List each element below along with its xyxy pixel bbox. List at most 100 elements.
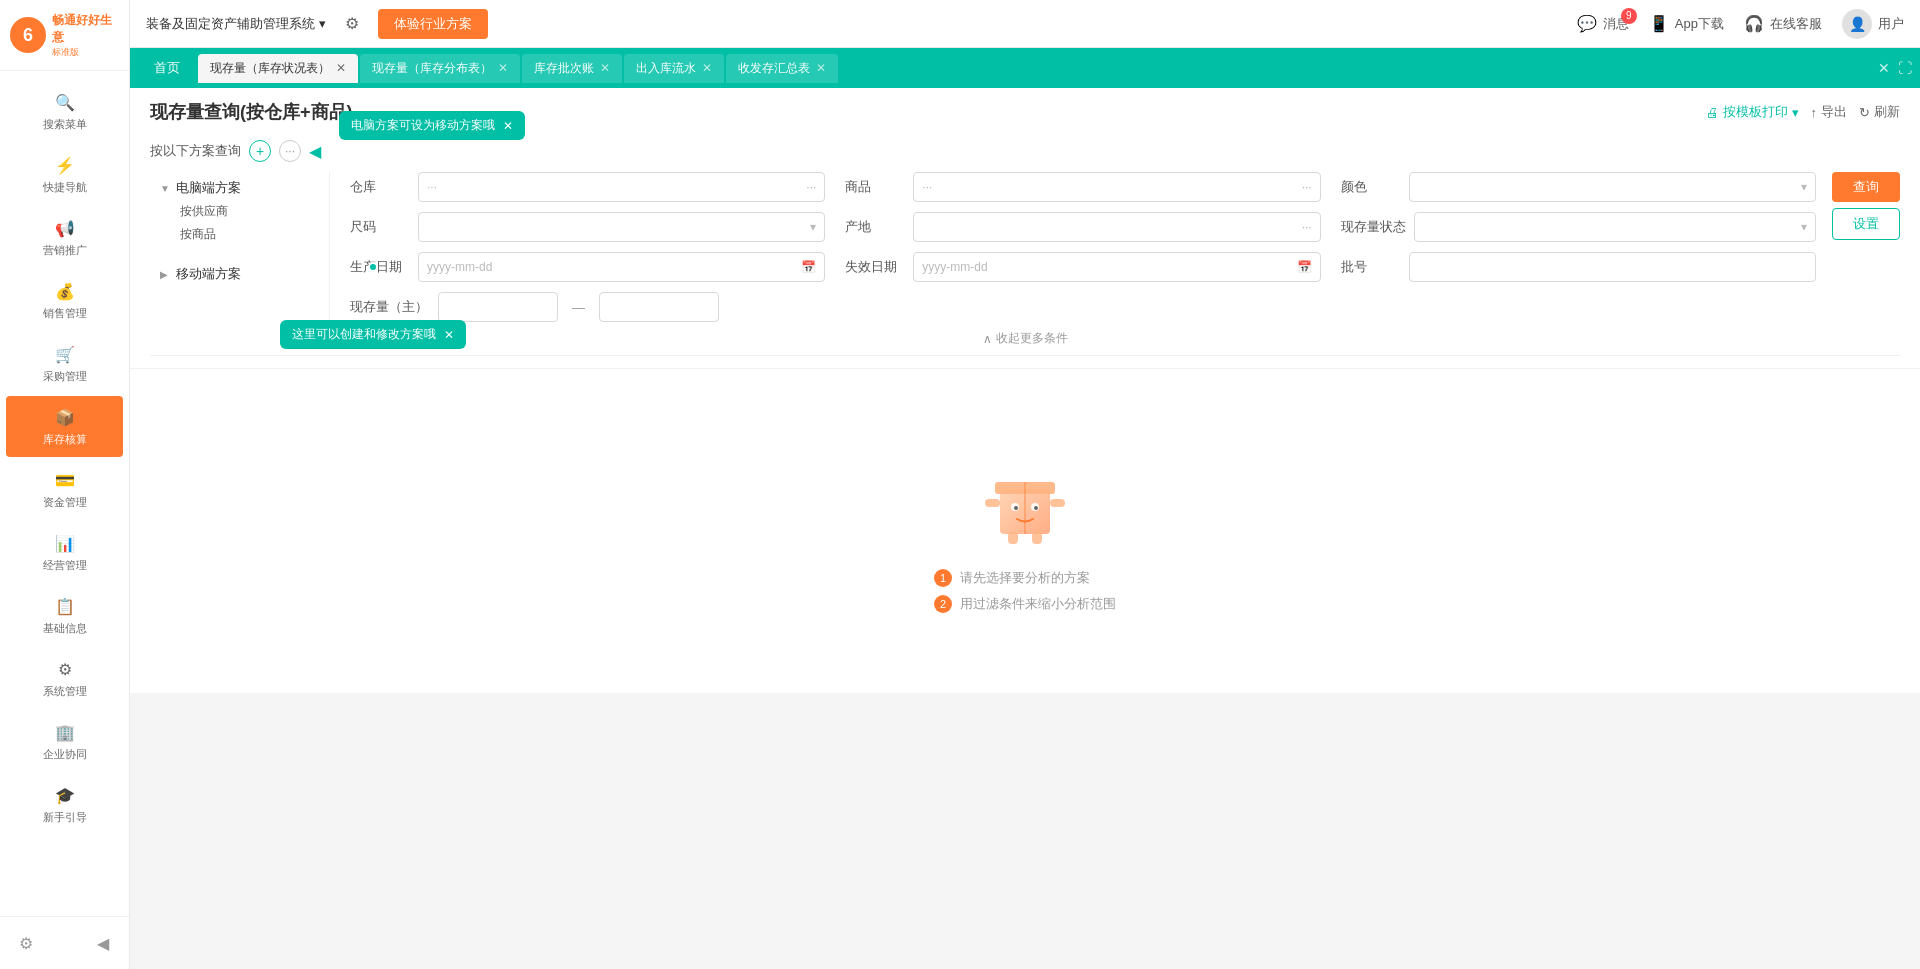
message-action[interactable]: 💬 消息 9	[1577, 14, 1629, 33]
sidebar-item-purchase[interactable]: 🛒 采购管理	[6, 333, 123, 394]
stock-status-select[interactable]: ▾	[1414, 212, 1816, 242]
warehouse-select[interactable]: ··· ···	[418, 172, 825, 202]
filter-size: 尺码 ▾	[350, 212, 825, 242]
size-select[interactable]: ▾	[418, 212, 825, 242]
goods-more-icon: ···	[1302, 180, 1312, 194]
popover-edit-close-icon[interactable]: ✕	[444, 328, 454, 342]
sidebar-item-system[interactable]: ⚙ 系统管理	[6, 648, 123, 709]
logo-icon: 6	[10, 17, 46, 53]
tab-close-1[interactable]: ✕	[498, 61, 508, 75]
sidebar-item-base[interactable]: 📋 基础信息	[6, 585, 123, 646]
system-selector[interactable]: 装备及固定资产辅助管理系统 ▾	[146, 15, 326, 33]
search-button[interactable]: 查询	[1832, 172, 1900, 202]
filter-add-button[interactable]: +	[249, 140, 271, 162]
header-left: 装备及固定资产辅助管理系统 ▾ ⚙ 体验行业方案	[146, 9, 488, 39]
sidebar-item-enterprise[interactable]: 🏢 企业协同	[6, 711, 123, 772]
refresh-icon: ↻	[1859, 105, 1870, 120]
produce-date-input[interactable]: yyyy-mm-dd 📅	[418, 252, 825, 282]
filter-stock-status: 现存量状态 ▾	[1341, 212, 1816, 242]
stock-status-dropdown-icon: ▾	[1801, 220, 1807, 234]
tree-node-desktop[interactable]: ▼ 电脑端方案	[160, 176, 319, 200]
filter-body: ▼ 电脑端方案 按供应商 按商品 ▶ 移动端方案	[150, 172, 1900, 322]
collapse-sidebar-icon[interactable]: ◀	[89, 929, 117, 957]
settings-footer-icon[interactable]: ⚙	[12, 929, 40, 957]
header-settings-icon[interactable]: ⚙	[338, 10, 366, 38]
filter-header: 按以下方案查询 + ··· ◀ 电脑方案可设为移动方案哦 ✕	[150, 140, 1900, 162]
sidebar-item-inventory[interactable]: 📦 库存核算	[6, 396, 123, 457]
sales-icon: 💰	[54, 280, 76, 302]
operation-icon: 📊	[54, 532, 76, 554]
content-area: 现存量查询(按仓库+商品) 🖨 按模板打印 ▾ ↑ 导出 ↻ 刷新	[130, 88, 1920, 969]
origin-dropdown-icon: ···	[1302, 220, 1312, 234]
sidebar-item-finance[interactable]: 💳 资金管理	[6, 459, 123, 520]
tab-home[interactable]: 首页	[138, 53, 196, 83]
guide-icon: 🎓	[54, 784, 76, 806]
filter-dot-button[interactable]: ···	[279, 140, 301, 162]
tree-child-goods[interactable]: 按商品	[180, 223, 319, 246]
page-title: 现存量查询(按仓库+商品)	[150, 100, 353, 124]
phone-icon: 📱	[1649, 14, 1669, 33]
origin-select[interactable]: ···	[913, 212, 1320, 242]
top-header: 装备及固定资产辅助管理系统 ▾ ⚙ 体验行业方案 💬 消息 9 📱 App下载 …	[130, 0, 1920, 48]
page-container: 现存量查询(按仓库+商品) 🖨 按模板打印 ▾ ↑ 导出 ↻ 刷新	[130, 88, 1920, 693]
sidebar-item-guide[interactable]: 🎓 新手引导	[6, 774, 123, 835]
tree-node-mobile[interactable]: ▶ 移动端方案	[160, 262, 319, 286]
filter-section: 按以下方案查询 + ··· ◀ 电脑方案可设为移动方案哦 ✕	[130, 132, 1920, 369]
batch-input[interactable]	[1409, 252, 1816, 282]
marketing-icon: 📢	[54, 217, 76, 239]
print-dropdown-icon: ▾	[1792, 105, 1799, 120]
user-action[interactable]: 👤 用户	[1842, 9, 1904, 39]
goods-select[interactable]: ··· ···	[913, 172, 1320, 202]
sidebar-item-sales[interactable]: 💰 销售管理	[6, 270, 123, 331]
tab-batch-account[interactable]: 库存批次账 ✕	[522, 54, 622, 83]
filter-arrow-button[interactable]: ◀	[309, 142, 321, 161]
export-button[interactable]: ↑ 导出	[1811, 103, 1848, 121]
filter-actions: 查询 设置	[1816, 172, 1900, 322]
tab-close-0[interactable]: ✕	[336, 61, 346, 75]
tab-inventory-status[interactable]: 现存量（库存状况表） ✕	[198, 54, 358, 83]
app-download-action[interactable]: 📱 App下载	[1649, 14, 1724, 33]
industry-button[interactable]: 体验行业方案	[378, 9, 488, 39]
popover-close-icon[interactable]: ✕	[503, 119, 513, 133]
popover-desktop: 电脑方案可设为移动方案哦 ✕	[339, 111, 525, 140]
tab-inout-flow[interactable]: 出入库流水 ✕	[624, 54, 724, 83]
tab-close-3[interactable]: ✕	[702, 61, 712, 75]
filter-goods: 商品 ··· ···	[845, 172, 1320, 202]
sidebar-item-operation[interactable]: 📊 经营管理	[6, 522, 123, 583]
sidebar-nav: 🔍 搜索菜单 ⚡ 快捷导航 📢 营销推广 💰 销售管理 🛒 采购管理 📦 库存核…	[0, 71, 129, 916]
size-dropdown-icon: ▾	[810, 220, 816, 234]
refresh-button[interactable]: ↻ 刷新	[1859, 103, 1900, 121]
tree-children-desktop: 按供应商 按商品	[160, 200, 319, 246]
select-more-icon: ···	[806, 180, 816, 194]
svg-point-6	[1034, 506, 1038, 510]
empty-tip-1: 1 请先选择要分析的方案	[934, 569, 1116, 587]
filter-row-4: 现存量（主） —	[350, 292, 1816, 322]
popover-edit: 这里可以创建和修改方案哦 ✕	[280, 320, 466, 349]
filter-expire-date: 失效日期 yyyy-mm-dd 📅	[845, 252, 1320, 282]
sidebar-item-marketing[interactable]: 📢 营销推广	[6, 207, 123, 268]
tab-close-all-icon[interactable]: ✕	[1878, 60, 1890, 76]
sidebar-item-search[interactable]: 🔍 搜索菜单	[6, 81, 123, 142]
tree-child-supplier[interactable]: 按供应商	[180, 200, 319, 223]
tab-close-4[interactable]: ✕	[816, 61, 826, 75]
service-action[interactable]: 🎧 在线客服	[1744, 14, 1822, 33]
stock-main-min-input[interactable]	[438, 292, 558, 322]
print-button[interactable]: 🖨 按模板打印 ▾	[1706, 103, 1799, 121]
headset-icon: 🎧	[1744, 14, 1764, 33]
expand-mobile-icon: ▶	[160, 269, 176, 280]
expire-date-input[interactable]: yyyy-mm-dd 📅	[913, 252, 1320, 282]
reset-button[interactable]: 设置	[1832, 208, 1900, 240]
stock-main-max-input[interactable]	[599, 292, 719, 322]
inventory-icon: 📦	[54, 406, 76, 428]
tab-fullscreen-icon[interactable]: ⛶	[1898, 60, 1912, 76]
filter-row-1: 仓库 ··· ··· 商品 ···	[350, 172, 1816, 202]
tab-inventory-dist[interactable]: 现存量（库存分布表） ✕	[360, 54, 520, 83]
svg-rect-7	[985, 499, 1000, 507]
tab-summary[interactable]: 收发存汇总表 ✕	[726, 54, 838, 83]
sidebar-item-quick[interactable]: ⚡ 快捷导航	[6, 144, 123, 205]
filter-origin: 产地 ···	[845, 212, 1320, 242]
tab-close-2[interactable]: ✕	[600, 61, 610, 75]
scheme-tree-panel: ▼ 电脑端方案 按供应商 按商品 ▶ 移动端方案	[150, 172, 330, 322]
color-select[interactable]: ▾	[1409, 172, 1816, 202]
filter-color: 颜色 ▾	[1341, 172, 1816, 202]
